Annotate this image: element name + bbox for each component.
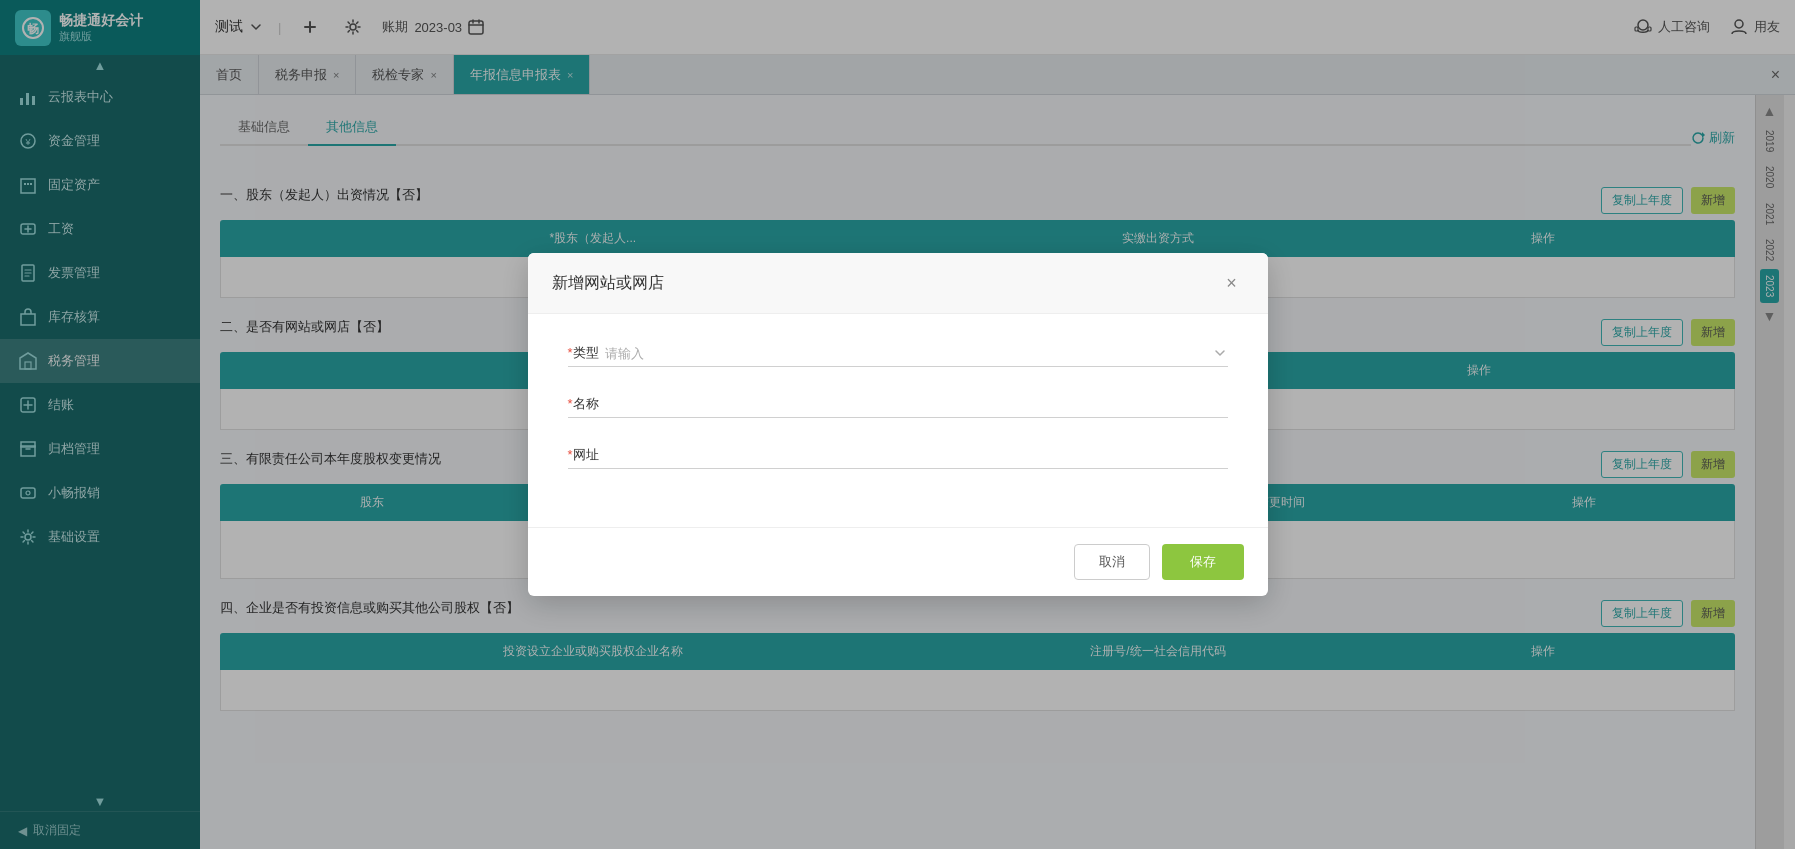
dialog-footer: 取消 保存 (528, 527, 1268, 596)
dialog-close-button[interactable]: × (1220, 271, 1244, 295)
type-dropdown-icon[interactable] (1212, 345, 1228, 361)
type-label-text: 类型 (573, 345, 599, 360)
type-field-wrap: *类型 (568, 344, 1228, 367)
name-label-text: 名称 (573, 396, 599, 411)
dialog-header: 新增网站或网店 × (528, 253, 1268, 314)
url-field-wrap: *网址 (568, 446, 1228, 469)
save-button[interactable]: 保存 (1162, 544, 1244, 580)
url-input[interactable] (605, 448, 1228, 463)
type-label: *类型 (568, 344, 599, 362)
form-row-url: *网址 (568, 446, 1228, 469)
form-row-name: *名称 (568, 395, 1228, 418)
name-label: *名称 (568, 395, 599, 413)
url-label-text: 网址 (573, 447, 599, 462)
dialog-body: *类型 *名称 *网址 (528, 314, 1268, 527)
cancel-button[interactable]: 取消 (1074, 544, 1150, 580)
form-row-type: *类型 (568, 344, 1228, 367)
add-website-dialog: 新增网站或网店 × *类型 *名称 (528, 253, 1268, 596)
type-input[interactable] (605, 346, 1212, 361)
dialog-title: 新增网站或网店 (552, 273, 664, 294)
name-field-wrap: *名称 (568, 395, 1228, 418)
url-label: *网址 (568, 446, 599, 464)
dialog-overlay: 新增网站或网店 × *类型 *名称 (0, 0, 1795, 849)
name-input[interactable] (605, 397, 1228, 412)
